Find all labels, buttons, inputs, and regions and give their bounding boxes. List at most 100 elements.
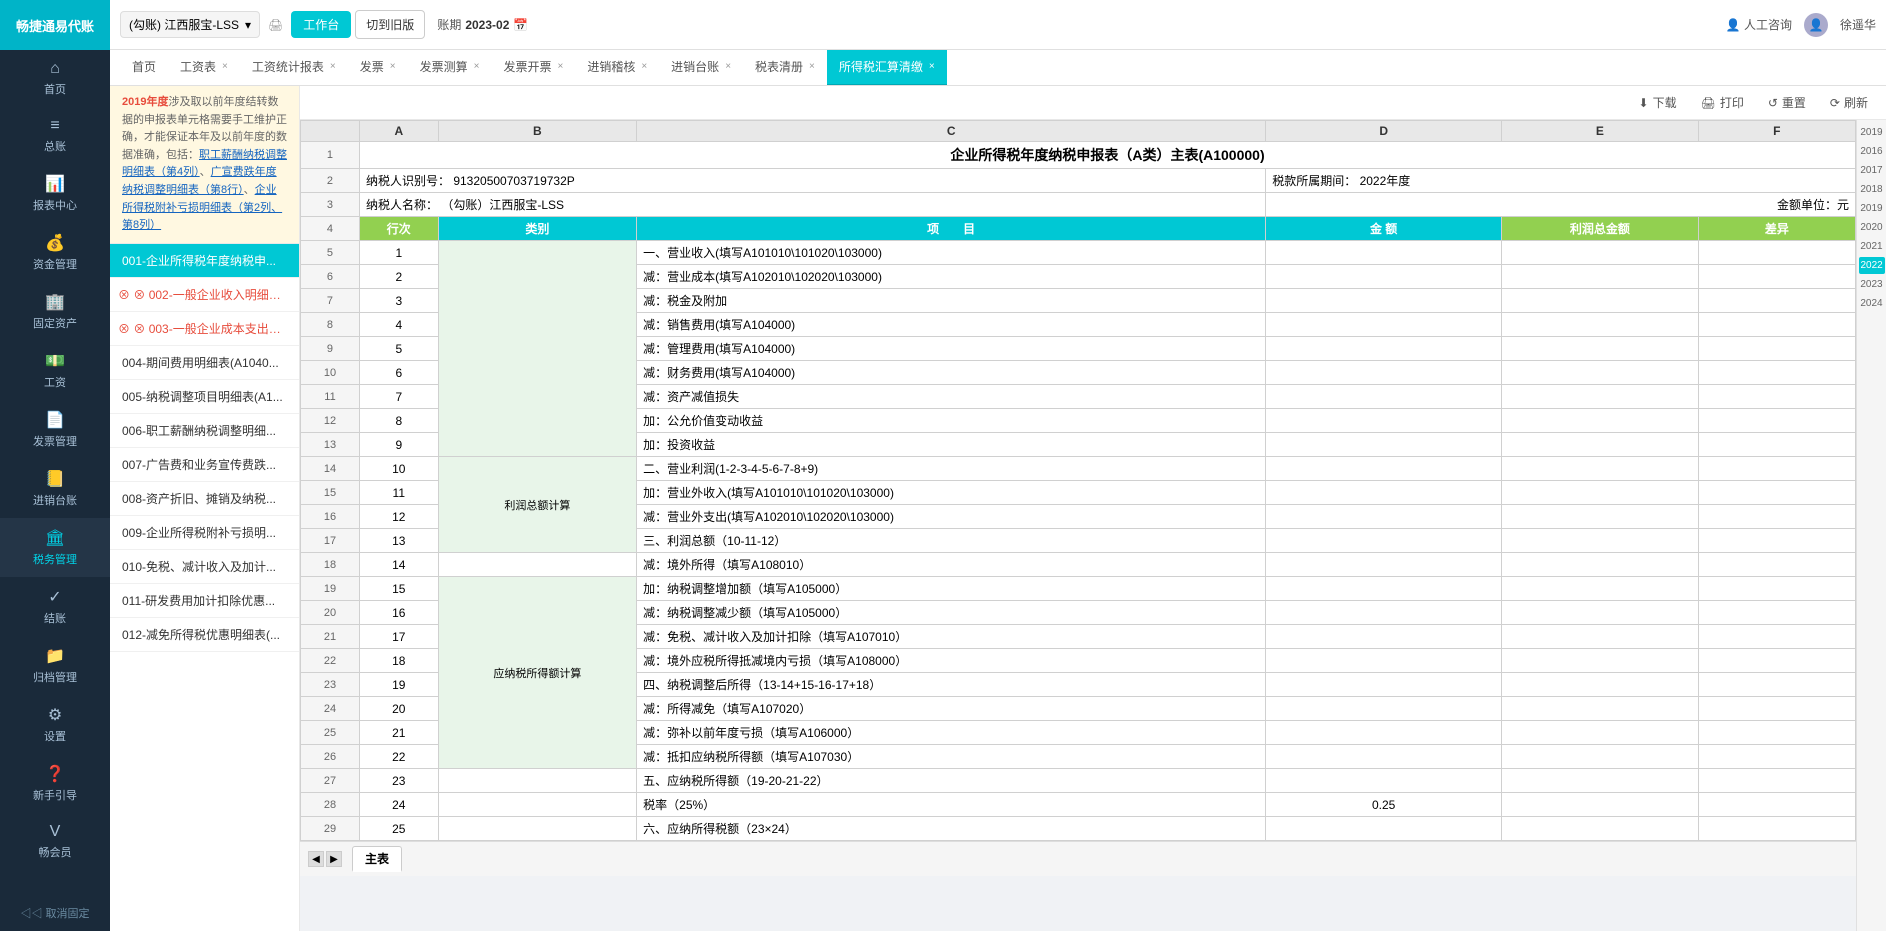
tab-invoice[interactable]: 发票 × xyxy=(348,50,408,86)
refresh-button[interactable]: ⟳ 刷新 xyxy=(1824,92,1874,113)
cell-row17-c[interactable]: 减：免税、减计收入及加计扣除（填写A107010） xyxy=(637,625,1266,649)
cell-row21-d[interactable] xyxy=(1266,721,1502,745)
cell-row18-d[interactable] xyxy=(1266,649,1502,673)
cell-row22-f[interactable] xyxy=(1698,745,1855,769)
cell-row8-e[interactable] xyxy=(1502,409,1699,433)
timeline-2019[interactable]: 2019 xyxy=(1858,200,1884,217)
cell-row24-c[interactable]: 税率（25%） xyxy=(637,793,1266,817)
sidebar-item-member[interactable]: V 畅会员 xyxy=(0,813,110,870)
timeline-2023[interactable]: 2023 xyxy=(1858,276,1884,293)
cell-row18-a[interactable]: 18 xyxy=(359,649,438,673)
download-button[interactable]: ⬇ 下载 xyxy=(1633,92,1683,113)
cell-row12-d[interactable] xyxy=(1266,505,1502,529)
tab-payroll[interactable]: 工资表 × xyxy=(168,50,240,86)
tab-sales-ledger[interactable]: 进销台账 × xyxy=(659,50,743,86)
cell-row11-f[interactable] xyxy=(1698,481,1855,505)
cell-row24-f[interactable] xyxy=(1698,793,1855,817)
tab-payroll-stats[interactable]: 工资统计报表 × xyxy=(240,50,348,86)
cell-row16-c[interactable]: 减：纳税调整减少额（填写A105000） xyxy=(637,601,1266,625)
cell-row5-a[interactable]: 5 xyxy=(359,337,438,361)
timeline-2021[interactable]: 2021 xyxy=(1858,238,1884,255)
cell-row19-a[interactable]: 19 xyxy=(359,673,438,697)
cell-row2-d[interactable] xyxy=(1266,265,1502,289)
cell-row14-d[interactable] xyxy=(1266,553,1502,577)
cell-row9-d[interactable] xyxy=(1266,433,1502,457)
sidebar-item-funds[interactable]: 💰 资金管理 xyxy=(0,223,110,282)
cell-row20-a[interactable]: 20 xyxy=(359,697,438,721)
cell-row19-f[interactable] xyxy=(1698,673,1855,697)
sidebar-item-settings[interactable]: ⚙ 设置 xyxy=(0,695,110,754)
cell-row12-c[interactable]: 减：营业外支出(填写A102010\102020\103000) xyxy=(637,505,1266,529)
cell-row23-e[interactable] xyxy=(1502,769,1699,793)
cell-row19-c[interactable]: 四、纳税调整后所得（13-14+15-16-17+18） xyxy=(637,673,1266,697)
cell-row11-a[interactable]: 11 xyxy=(359,481,438,505)
cell-row4-d[interactable] xyxy=(1266,313,1502,337)
cell-row19-e[interactable] xyxy=(1502,673,1699,697)
menu-item-5[interactable]: 006-职工薪酬纳税调整明细... xyxy=(110,414,299,448)
cell-row15-e[interactable] xyxy=(1502,577,1699,601)
cell-row1-c[interactable]: 一、营业收入(填写A101010\101020\103000) xyxy=(637,241,1266,265)
sidebar-item-guide[interactable]: ❓ 新手引导 xyxy=(0,754,110,813)
cell-row16-e[interactable] xyxy=(1502,601,1699,625)
tab-invoice-calc[interactable]: 发票测算 × xyxy=(408,50,492,86)
cell-row15-f[interactable] xyxy=(1698,577,1855,601)
cell-row6-c[interactable]: 减：财务费用(填写A104000) xyxy=(637,361,1266,385)
tab-sales-audit-close[interactable]: × xyxy=(641,61,647,72)
menu-item-9[interactable]: 010-免税、减计收入及加计... xyxy=(110,550,299,584)
cell-row15-d[interactable] xyxy=(1266,577,1502,601)
sidebar-item-home[interactable]: ⌂ 首页 xyxy=(0,50,110,107)
cell-row6-d[interactable] xyxy=(1266,361,1502,385)
cell-row6-f[interactable] xyxy=(1698,361,1855,385)
workbench-button[interactable]: 工作台 xyxy=(291,11,351,38)
timeline-2017[interactable]: 2017 xyxy=(1858,162,1884,179)
tab-payroll-close[interactable]: × xyxy=(222,61,228,72)
tab-income-tax[interactable]: 所得税汇算清缴 × xyxy=(827,50,947,86)
cell-row3-c[interactable]: 减：税金及附加 xyxy=(637,289,1266,313)
cell-row2-e[interactable] xyxy=(1502,265,1699,289)
cell-row9-f[interactable] xyxy=(1698,433,1855,457)
cell-row20-e[interactable] xyxy=(1502,697,1699,721)
sidebar-item-invoice[interactable]: 📄 发票管理 xyxy=(0,400,110,459)
menu-item-3[interactable]: 004-期间费用明细表(A1040... xyxy=(110,346,299,380)
cell-row1-f[interactable] xyxy=(1698,241,1855,265)
cell-row7-e[interactable] xyxy=(1502,385,1699,409)
cell-row12-a[interactable]: 12 xyxy=(359,505,438,529)
cell-row14-c[interactable]: 减：境外所得（填写A108010） xyxy=(637,553,1266,577)
nav-arrow-right[interactable]: ▶ xyxy=(326,851,342,867)
cell-row10-d[interactable] xyxy=(1266,457,1502,481)
print-button[interactable]: 🖨 打印 xyxy=(1695,92,1750,113)
menu-item-0[interactable]: 001-企业所得税年度纳税申... xyxy=(110,244,299,278)
cell-row16-f[interactable] xyxy=(1698,601,1855,625)
cell-row11-c[interactable]: 加：营业外收入(填写A101010\101020\103000) xyxy=(637,481,1266,505)
menu-item-7[interactable]: 008-资产折旧、摊销及纳税... xyxy=(110,482,299,516)
tab-income-tax-close[interactable]: × xyxy=(929,61,935,72)
cell-row24-a[interactable]: 24 xyxy=(359,793,438,817)
cell-row25-f[interactable] xyxy=(1698,817,1855,841)
cell-row15-a[interactable]: 15 xyxy=(359,577,438,601)
tab-payroll-stats-close[interactable]: × xyxy=(330,61,336,72)
cell-row20-d[interactable] xyxy=(1266,697,1502,721)
cell-row23-d[interactable] xyxy=(1266,769,1502,793)
cell-row3-e[interactable] xyxy=(1502,289,1699,313)
cell-row13-a[interactable]: 13 xyxy=(359,529,438,553)
sidebar-item-salary[interactable]: 💵 工资 xyxy=(0,341,110,400)
cell-row10-c[interactable]: 二、营业利润(1-2-3-4-5-6-7-8+9) xyxy=(637,457,1266,481)
cell-row4-c[interactable]: 减：销售费用(填写A104000) xyxy=(637,313,1266,337)
cell-row3-a[interactable]: 3 xyxy=(359,289,438,313)
cell-row20-f[interactable] xyxy=(1698,697,1855,721)
cell-row8-f[interactable] xyxy=(1698,409,1855,433)
cell-row7-c[interactable]: 减：资产减值损失 xyxy=(637,385,1266,409)
cell-row12-f[interactable] xyxy=(1698,505,1855,529)
cell-row21-c[interactable]: 减：弥补以前年度亏损（填写A106000） xyxy=(637,721,1266,745)
cell-row12-e[interactable] xyxy=(1502,505,1699,529)
cell-row10-e[interactable] xyxy=(1502,457,1699,481)
cell-row10-a[interactable]: 10 xyxy=(359,457,438,481)
tab-home[interactable]: 首页 xyxy=(120,50,168,86)
tab-invoice-open-close[interactable]: × xyxy=(557,61,563,72)
cell-row5-c[interactable]: 减：管理费用(填写A104000) xyxy=(637,337,1266,361)
timeline-2016[interactable]: 2016 xyxy=(1858,143,1884,160)
cell-row3-f[interactable] xyxy=(1698,289,1855,313)
cell-row8-c[interactable]: 加：公允价值变动收益 xyxy=(637,409,1266,433)
timeline-2018[interactable]: 2018 xyxy=(1858,181,1884,198)
cell-row9-a[interactable]: 9 xyxy=(359,433,438,457)
